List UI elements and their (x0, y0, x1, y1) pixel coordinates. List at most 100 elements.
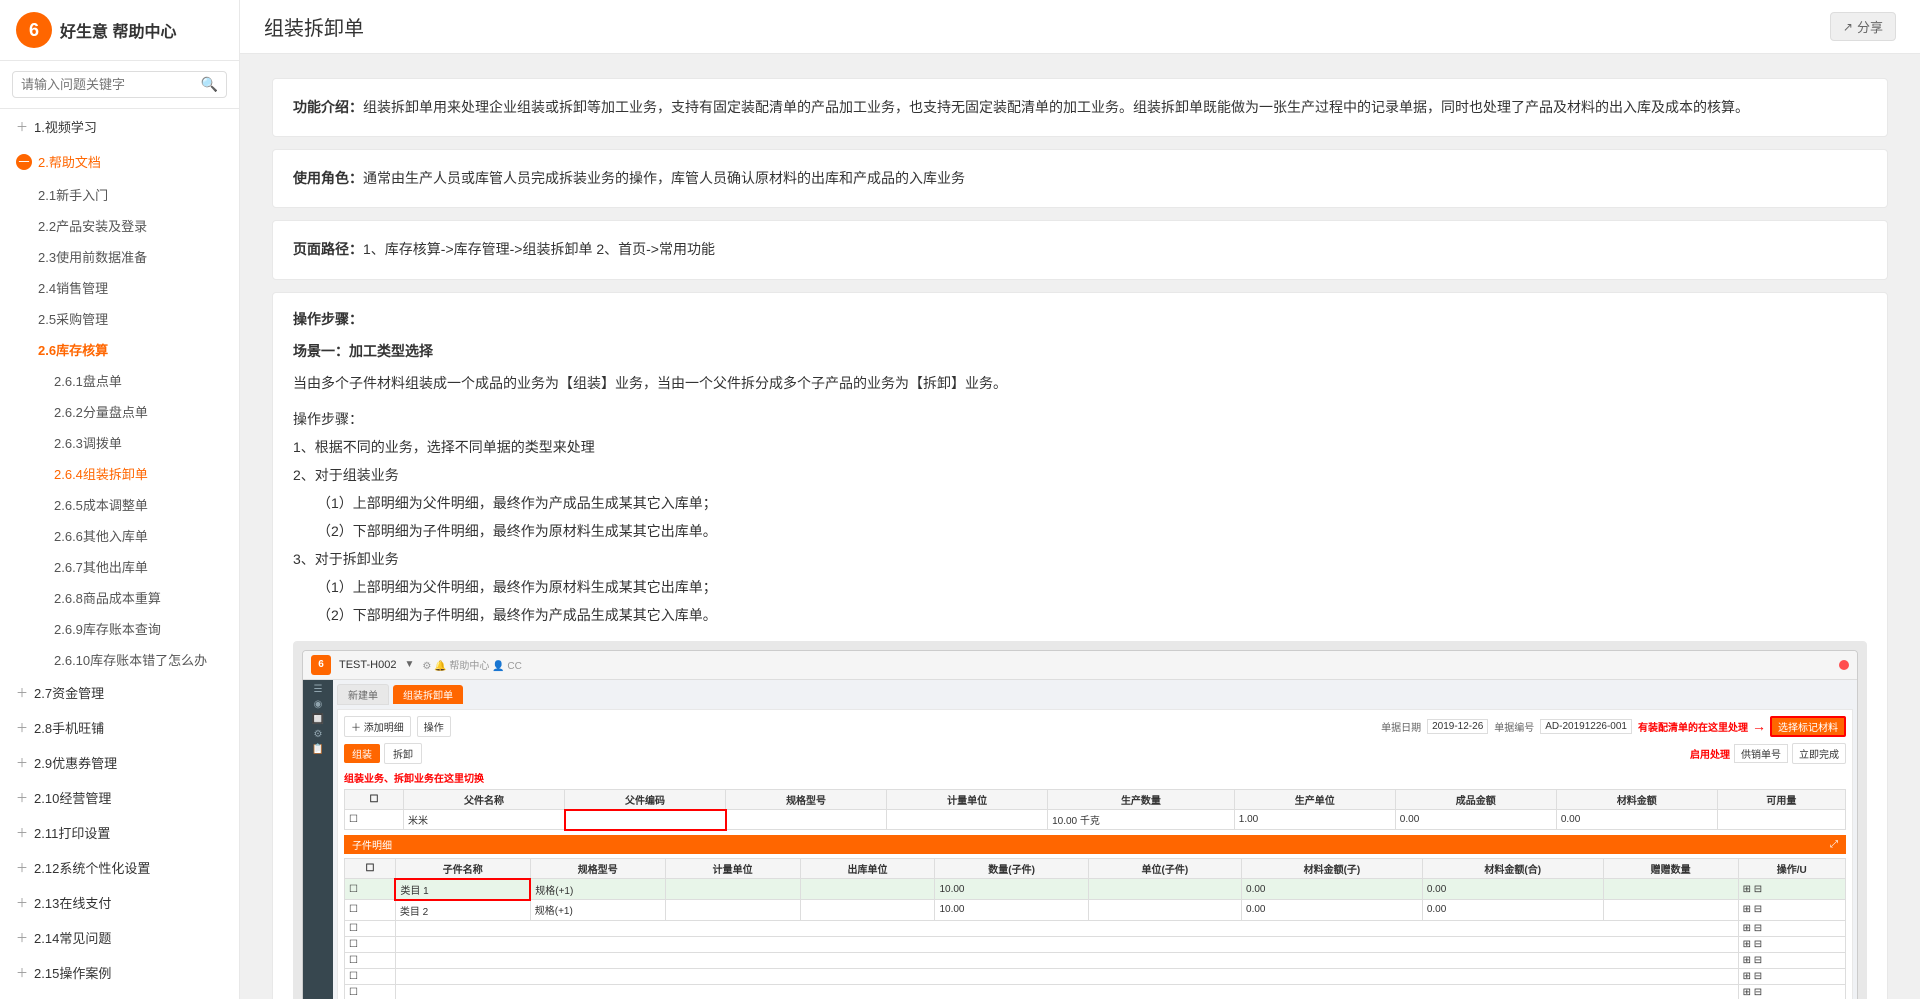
mock-tab-main[interactable]: 组装拆卸单 (393, 685, 463, 704)
mock-type-switch: 组装 拆卸 (344, 743, 422, 764)
expand-icon: ＋ (16, 118, 28, 135)
mock-lower-row-1: ☐ 类目 1 规格(+1) 10.00 0.00 (345, 879, 1846, 900)
sidebar-item-2-6-6[interactable]: 2.6.6其他入库单 (0, 520, 239, 551)
sidebar-item-2-15[interactable]: ＋ 2.15操作案例 (0, 955, 239, 990)
mock-confirm-btn[interactable]: 立即完成 (1792, 743, 1846, 764)
sidebar-item-2-6[interactable]: 2.6库存核算 (0, 334, 239, 365)
mock-th-parent-name: 父件名称 (404, 789, 565, 810)
search-input[interactable] (21, 77, 201, 92)
step3: 3、对于拆卸业务 (293, 545, 1867, 573)
mock-td-check: ☐ (345, 810, 404, 830)
expand-icon: ＋ (16, 719, 28, 736)
mock-empty-check6: ☐ (345, 968, 396, 984)
sidebar-item-2-2[interactable]: 2.2产品安装及登录 (0, 210, 239, 241)
search-icon[interactable]: 🔍 (201, 76, 218, 93)
sidebar-item-video[interactable]: ＋ 1.视频学习 (0, 109, 239, 144)
sidebar-item-2-6-3[interactable]: 2.6.3调拨单 (0, 427, 239, 458)
mock-close-icon (1839, 660, 1849, 670)
mock-window-controls (1839, 660, 1849, 670)
mock-tab-new[interactable]: 新建单 (337, 684, 389, 705)
mock-lower-th-gift: 赠赠数量 (1603, 858, 1738, 879)
mock-left-icons: ☰ ◉ 🔲 ⚙ 📋 (303, 680, 333, 999)
sidebar-item-2-6-5[interactable]: 2.6.5成本调整单 (0, 489, 239, 520)
mock-td-prod-unit: 1.00 (1234, 810, 1395, 830)
sidebar-item-2-1[interactable]: 2.1新手入门 (0, 179, 239, 210)
mock-tab-chaijie[interactable]: 拆卸 (384, 743, 422, 764)
mock-empty-cells7 (395, 984, 1738, 999)
sidebar-item-2-5[interactable]: 2.5采购管理 (0, 303, 239, 334)
sidebar-item-2-4[interactable]: 2.4销售管理 (0, 272, 239, 303)
mock-td-code[interactable] (565, 810, 726, 830)
sidebar-item-2-6-7[interactable]: 2.6.7其他出库单 (0, 551, 239, 582)
screen-wrapper: 6 TEST-H002 ▼ ⚙ 🔔 帮助中心 👤 CC (294, 642, 1866, 999)
mock-lower-td-op: ⊞ ⊟ (1738, 879, 1845, 900)
step1: 1、根据不同的业务，选择不同单据的类型来处理 (293, 433, 1867, 461)
expand-icon: ＋ (16, 929, 28, 946)
mock-btn-add[interactable]: ＋ 添加明细 (344, 716, 411, 737)
mock-body: ☰ ◉ 🔲 ⚙ 📋 新建单 组装拆卸 (303, 680, 1857, 999)
mock-second-toolbar: 组装 拆卸 启用处理 供销单号 立即完成 (344, 743, 1846, 764)
mock-lower-expand-icon: ⤢ (1830, 839, 1838, 850)
sidebar-item-2-14[interactable]: ＋ 2.14常见问题 (0, 920, 239, 955)
mock-td-avail (1717, 810, 1845, 830)
mock-date-value: 2019-12-26 (1427, 719, 1488, 734)
mock-upper-row-1: ☐ 米米 10.00 千克 1.00 0.00 (345, 810, 1846, 830)
sidebar-item-2-11[interactable]: ＋ 2.11打印设置 (0, 815, 239, 850)
mock-btn-action[interactable]: 操作 (417, 716, 451, 737)
sidebar-item-label: 2.14常见问题 (34, 928, 111, 947)
mock-icons: ⚙ 🔔 帮助中心 👤 CC (422, 657, 521, 672)
mock-lower-td-spec: 规格(+1) (530, 879, 665, 900)
mock-empty-op5: ⊞ ⊟ (1738, 952, 1845, 968)
mock-lower-td-mat1-2: 0.00 (1242, 900, 1423, 921)
mock-nav-icon-1: ☰ (314, 684, 323, 695)
sidebar-item-2-9[interactable]: ＋ 2.9优惠券管理 (0, 745, 239, 780)
sidebar-item-label: 1.视频学习 (34, 117, 97, 136)
expand-icon: ＋ (16, 754, 28, 771)
mock-empty-check7: ☐ (345, 984, 396, 999)
role-text: 通常由生产人员或库管人员完成拆装业务的操作，库管人员确认原材料的出库和产成品的入… (363, 170, 965, 186)
mock-window-id: TEST-H002 (339, 659, 396, 671)
expand-icon: ＋ (16, 859, 28, 876)
mock-empty-cells6 (395, 968, 1738, 984)
mock-logo: 6 (311, 655, 331, 675)
mock-qiyong-input[interactable]: 供销单号 (1734, 744, 1788, 763)
search-box: 🔍 (0, 61, 239, 109)
sidebar-item-2-6-2[interactable]: 2.6.2分量盘点单 (0, 396, 239, 427)
path-block: 页面路径：1、库存核算->库存管理->组装拆卸单 2、首页->常用功能 (272, 220, 1888, 279)
mock-lower-th-spec: 规格型号 (530, 858, 665, 879)
mock-empty-op: ⊞ ⊟ (1738, 920, 1845, 936)
app-logo: 6 (16, 12, 52, 48)
step3-2: （2）下部明细为子件明细，最终作为产成品生成某其它入库单。 (293, 601, 1867, 629)
annot-qingdan-text: 有装配清单的在这里处理 (1638, 719, 1748, 734)
sidebar-item-2-7[interactable]: ＋ 2.7资金管理 (0, 675, 239, 710)
sidebar-item-2-13[interactable]: ＋ 2.13在线支付 (0, 885, 239, 920)
mock-empty-check: ☐ (345, 920, 396, 936)
mock-lower-th-name: 子件名称 (395, 858, 530, 879)
sidebar-item-2-10[interactable]: ＋ 2.10经营管理 (0, 780, 239, 815)
mock-lower-td-spec2: 规格(+1) (530, 900, 665, 921)
search-input-wrap[interactable]: 🔍 (12, 71, 227, 98)
sidebar-item-2-12[interactable]: ＋ 2.12系统个性化设置 (0, 850, 239, 885)
expand-icon: ＋ (16, 684, 28, 701)
mock-select-btn[interactable]: 选择标记材料 (1770, 716, 1846, 737)
mock-tab-zuzhuang[interactable]: 组装 (344, 744, 380, 763)
mock-lower-td-unit2-2 (800, 900, 935, 921)
annot-switch-text: 组装业务、拆卸业务在这里切换 (344, 770, 484, 785)
sidebar-item-2-6-1[interactable]: 2.6.1盘点单 (0, 365, 239, 396)
mock-num-label: 单据编号 (1494, 719, 1534, 734)
sidebar-item-2-6-8[interactable]: 2.6.8商品成本重算 (0, 582, 239, 613)
sidebar-item-2-6-10[interactable]: 2.6.10库存账本错了怎么办 (0, 644, 239, 675)
sidebar-item-2-3[interactable]: 2.3使用前数据准备 (0, 241, 239, 272)
sidebar-item-2-6-9[interactable]: 2.6.9库存账本查询 (0, 613, 239, 644)
sidebar-item-2-6-4[interactable]: 2.6.4组装拆卸单 (0, 458, 239, 489)
mock-window-title: 6 TEST-H002 ▼ ⚙ 🔔 帮助中心 👤 CC (303, 651, 1857, 680)
step2: 2、对于组装业务 (293, 461, 1867, 489)
mock-lower-td-unit1 (665, 879, 800, 900)
mock-lower-header: 子件明细 ⤢ (344, 835, 1846, 854)
mock-th-produce-unit: 生产单位 (1234, 789, 1395, 810)
sidebar-item-docs[interactable]: － 2.帮助文档 (0, 144, 239, 179)
sidebar-item-2-8[interactable]: ＋ 2.8手机旺铺 (0, 710, 239, 745)
share-label: 分享 (1857, 17, 1883, 36)
mock-lower-td-name2: 类目 2 (395, 900, 530, 921)
share-button[interactable]: ↗ 分享 (1830, 12, 1896, 41)
